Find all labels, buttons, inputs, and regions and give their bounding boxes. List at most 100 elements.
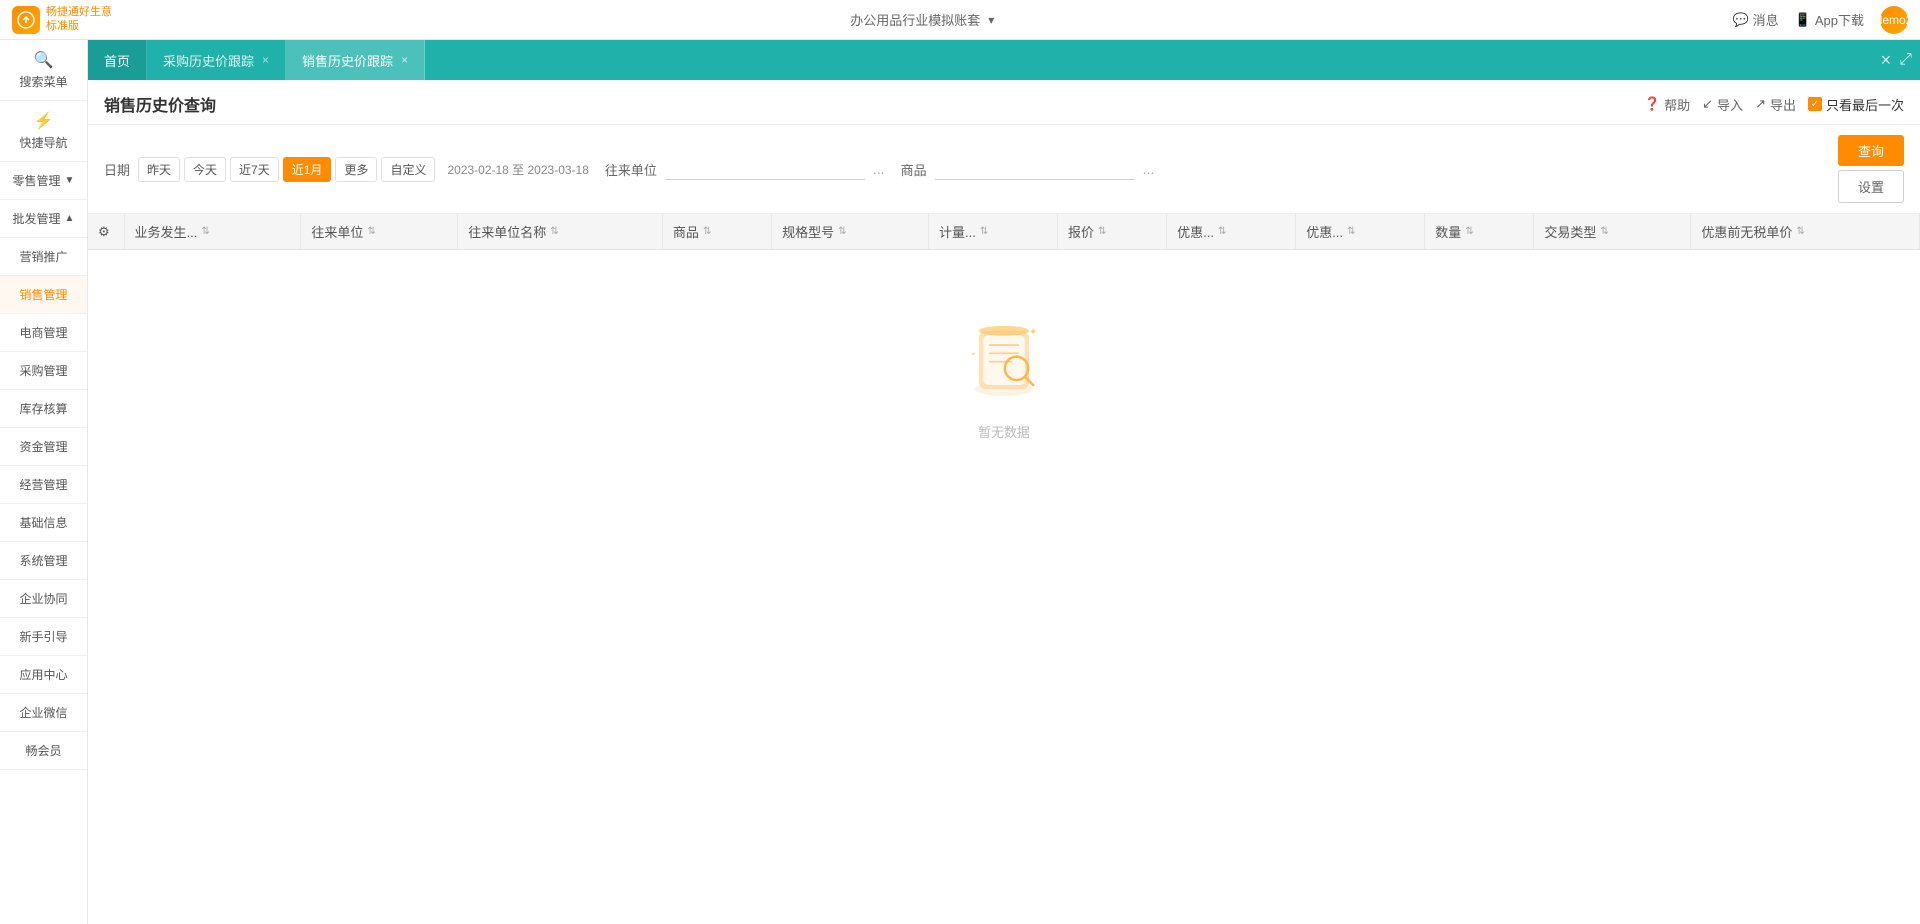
sidebar-item-shortcuts[interactable]: ⚡ 快捷导航 <box>0 101 87 162</box>
sidebar-item-wechat[interactable]: 企业微信 <box>0 694 87 732</box>
content-area: 首页 采购历史价跟踪 × 销售历史价跟踪 × × ⤢ 销售历史价查询 <box>88 40 1920 924</box>
date-btn-last1month[interactable]: 近1月 <box>283 157 332 182</box>
sidebar-item-sales-mgmt[interactable]: 销售管理 <box>0 276 87 314</box>
message-btn[interactable]: 💬 消息 <box>1732 10 1778 29</box>
tab-bar: 首页 采购历史价跟踪 × 销售历史价跟踪 × × ⤢ <box>88 40 1920 80</box>
date-btn-custom[interactable]: 自定义 <box>381 157 435 182</box>
system-dropdown-btn[interactable]: ▾ <box>988 13 994 27</box>
logo-icon <box>12 6 40 34</box>
retail-expand-icon: ▼ <box>65 175 75 186</box>
export-btn[interactable]: ↗ 导出 <box>1755 95 1796 114</box>
last-only-checkbox[interactable]: ✓ <box>1808 97 1822 111</box>
sort-icon-pretax-price: ⇅ <box>1796 226 1804 237</box>
partner-dots-btn[interactable]: ... <box>873 161 885 177</box>
col-biz-date[interactable]: 业务发生... ⇅ <box>124 214 301 250</box>
message-icon: 💬 <box>1732 12 1748 28</box>
sort-icon-quantity: ⇅ <box>1465 226 1473 237</box>
app-download-btn[interactable]: 📱 App下载 <box>1795 10 1864 29</box>
svg-text:✦: ✦ <box>1029 327 1037 338</box>
col-spec[interactable]: 规格型号 ⇅ <box>772 214 929 250</box>
sort-icon-goods: ⇅ <box>703 226 711 237</box>
sidebar-item-operations[interactable]: 经营管理 <box>0 466 87 504</box>
sort-icon-partner-code: ⇅ <box>367 226 375 237</box>
logo-text: 畅捷通好生意 标准版 <box>46 6 112 32</box>
sidebar-item-guide[interactable]: 新手引导 <box>0 618 87 656</box>
partner-input[interactable] <box>665 158 865 180</box>
svg-text:✦: ✦ <box>971 350 977 358</box>
sort-icon-discount1: ⇅ <box>1218 226 1226 237</box>
tab-sales-history[interactable]: 销售历史价跟踪 × <box>286 40 425 80</box>
col-gear[interactable]: ⚙ <box>88 214 124 250</box>
import-icon: ↙ <box>1702 96 1713 112</box>
goods-dots-btn[interactable]: ... <box>1143 161 1155 177</box>
download-icon: 📱 <box>1795 12 1811 28</box>
sidebar-item-finance[interactable]: 资金管理 <box>0 428 87 466</box>
query-btn[interactable]: 查询 <box>1838 135 1904 166</box>
sidebar-item-apps[interactable]: 应用中心 <box>0 656 87 694</box>
partner-label: 往来单位 <box>605 160 657 179</box>
date-filter-group: 日期 昨天 今天 近7天 近1月 更多 自定义 2023-02-18 至 202… <box>104 157 589 182</box>
page-container: 销售历史价查询 ❓ 帮助 ↙ 导入 ↗ 导出 ✓ <box>88 80 1920 924</box>
col-quantity[interactable]: 数量 ⇅ <box>1425 214 1534 250</box>
sidebar-item-retail[interactable]: 零售管理 ▼ <box>0 162 87 200</box>
filter-bar: 日期 昨天 今天 近7天 近1月 更多 自定义 2023-02-18 至 202… <box>88 125 1920 214</box>
top-header: 畅捷通好生意 标准版 办公用品行业模拟账套 ▾ 💬 消息 📱 App下载 dem… <box>0 0 1920 40</box>
date-btn-last7days[interactable]: 近7天 <box>230 157 279 182</box>
page-title: 销售历史价查询 <box>104 92 216 116</box>
sidebar-item-search-menu[interactable]: 🔍 搜索菜单 <box>0 40 87 101</box>
col-goods[interactable]: 商品 ⇅ <box>662 214 771 250</box>
sort-icon-partner-name: ⇅ <box>550 226 558 237</box>
window-close-btn[interactable]: × <box>1881 50 1892 71</box>
date-btn-today[interactable]: 今天 <box>184 157 226 182</box>
sort-icon-trade-type: ⇅ <box>1600 226 1608 237</box>
col-partner-code[interactable]: 往来单位 ⇅ <box>301 214 458 250</box>
sidebar-item-system[interactable]: 系统管理 <box>0 542 87 580</box>
goods-filter-group: 商品 ... <box>901 158 1155 180</box>
sidebar-item-ecommerce[interactable]: 电商管理 <box>0 314 87 352</box>
tab-purchase-history-close[interactable]: × <box>262 53 269 67</box>
tab-home[interactable]: 首页 <box>88 40 147 80</box>
sidebar-item-marketing[interactable]: 营销推广 <box>0 238 87 276</box>
col-discount1[interactable]: 优惠... ⇅ <box>1167 214 1296 250</box>
goods-input[interactable] <box>935 158 1135 180</box>
sort-icon-discount2: ⇅ <box>1347 226 1355 237</box>
col-pretax-price[interactable]: 优惠前无税单价 ⇅ <box>1691 214 1920 250</box>
sidebar-item-member[interactable]: 畅会员 <box>0 732 87 770</box>
date-btn-more[interactable]: 更多 <box>335 157 377 182</box>
avatar[interactable]: demo2 <box>1880 6 1908 34</box>
sidebar-item-enterprise[interactable]: 企业协同 <box>0 580 87 618</box>
sidebar-item-basic-info[interactable]: 基础信息 <box>0 504 87 542</box>
date-btn-yesterday[interactable]: 昨天 <box>138 157 180 182</box>
table-header: ⚙ 业务发生... ⇅ 往来单位 <box>88 214 1920 250</box>
sort-icon-spec: ⇅ <box>838 226 846 237</box>
col-partner-name[interactable]: 往来单位名称 ⇅ <box>458 214 663 250</box>
empty-text: 暂无数据 <box>978 422 1030 441</box>
wholesale-expand-icon: ▲ <box>65 213 75 224</box>
sort-icon-unit: ⇅ <box>980 226 988 237</box>
sidebar-item-inventory[interactable]: 库存核算 <box>0 390 87 428</box>
date-range-text: 2023-02-18 至 2023-03-18 <box>447 161 588 178</box>
last-only-checkbox-area[interactable]: ✓ 只看最后一次 <box>1808 95 1904 114</box>
col-unit[interactable]: 计量... ⇅ <box>928 214 1057 250</box>
tab-bar-right: × ⤢ <box>1873 50 1920 71</box>
col-quote[interactable]: 报价 ⇅ <box>1058 214 1167 250</box>
col-discount2[interactable]: 优惠... ⇅ <box>1296 214 1425 250</box>
import-btn[interactable]: ↙ 导入 <box>1702 95 1743 114</box>
sidebar: 🔍 搜索菜单 ⚡ 快捷导航 零售管理 ▼ 批发管理 ▲ 营销推广 销售管理 电商… <box>0 40 88 924</box>
tab-sales-history-close[interactable]: × <box>401 53 408 67</box>
export-icon: ↗ <box>1755 96 1766 112</box>
filter-right-buttons: 查询 设置 <box>1838 135 1904 203</box>
table-header-row: ⚙ 业务发生... ⇅ 往来单位 <box>88 214 1920 250</box>
sort-icon-biz-date: ⇅ <box>201 226 209 237</box>
header-left: 畅捷通好生意 标准版 <box>12 6 112 34</box>
system-name: 办公用品行业模拟账套 <box>850 10 980 29</box>
settings-btn[interactable]: 设置 <box>1838 170 1904 203</box>
help-btn[interactable]: ❓ 帮助 <box>1644 95 1690 114</box>
tab-purchase-history[interactable]: 采购历史价跟踪 × <box>147 40 286 80</box>
sidebar-item-wholesale[interactable]: 批发管理 ▲ <box>0 200 87 238</box>
date-filter-label: 日期 <box>104 160 130 179</box>
col-trade-type[interactable]: 交易类型 ⇅ <box>1534 214 1691 250</box>
window-expand-btn[interactable]: ⤢ <box>1899 51 1912 69</box>
sidebar-item-purchase[interactable]: 采购管理 <box>0 352 87 390</box>
partner-filter-group: 往来单位 ... <box>605 158 885 180</box>
